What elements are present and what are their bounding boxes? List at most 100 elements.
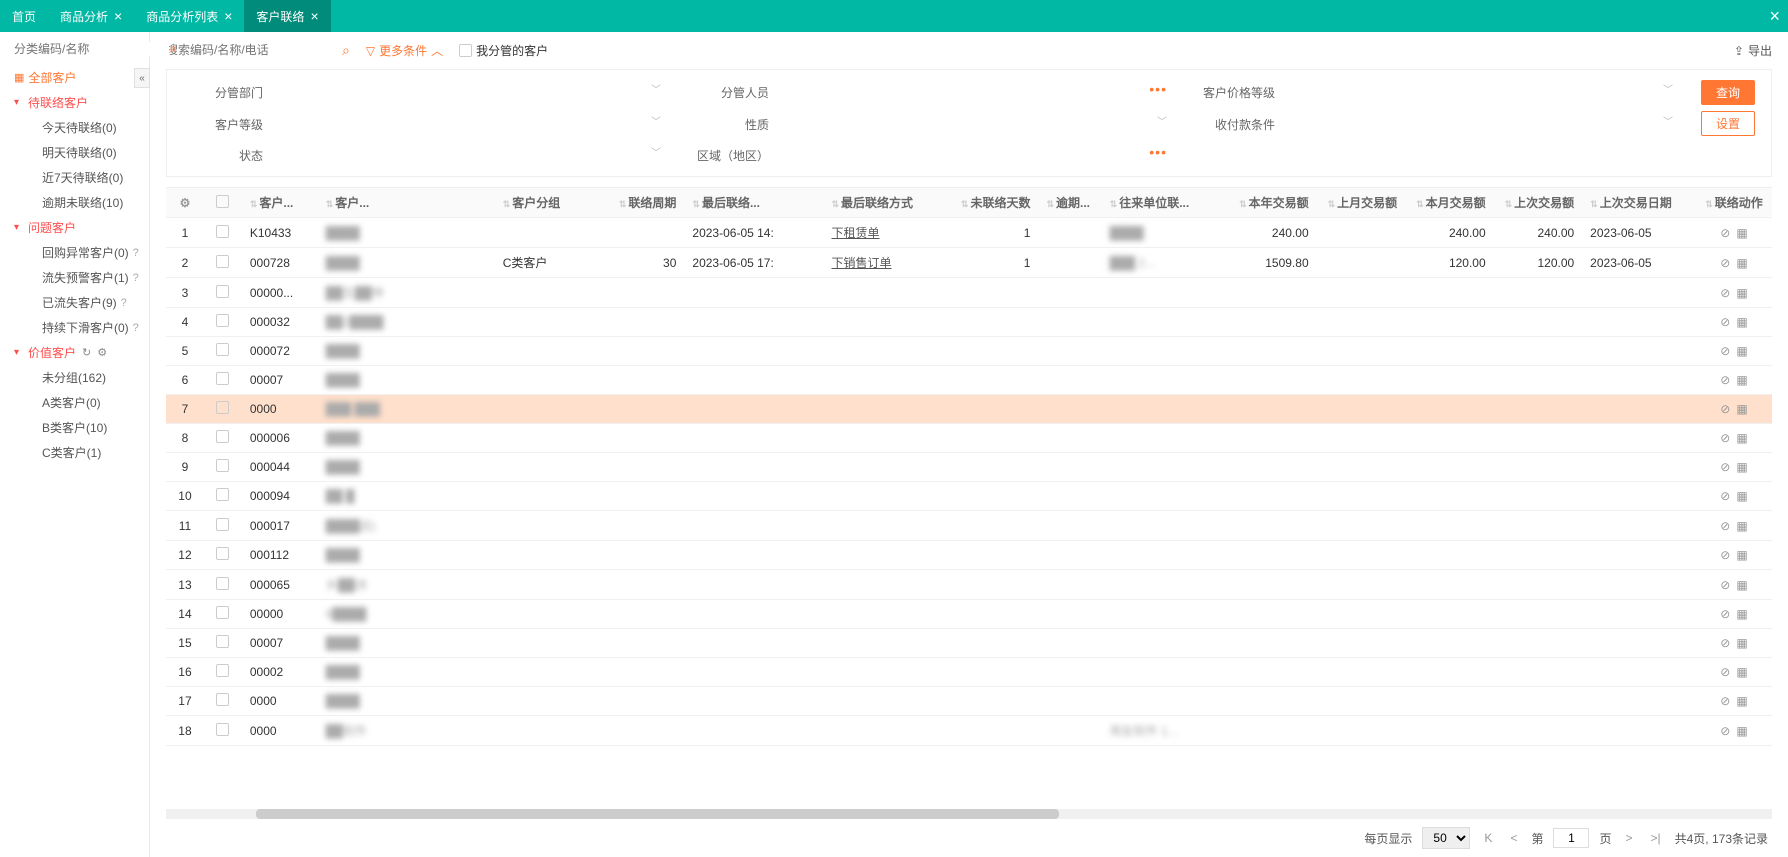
tree-item[interactable]: 今天待联络(0) — [0, 115, 149, 140]
qr-icon[interactable]: ▦ — [1736, 724, 1747, 738]
table-row[interactable]: 5000072████⊘▦ — [166, 337, 1772, 366]
select-all-checkbox[interactable] — [216, 195, 229, 208]
table-row[interactable]: 12000112████⊘▦ — [166, 541, 1772, 570]
tree-item[interactable]: A类客户(0) — [0, 390, 149, 415]
row-checkbox[interactable] — [216, 401, 229, 414]
column-header[interactable]: ⇅客户... — [242, 188, 318, 218]
settings-button[interactable]: 设置 — [1701, 111, 1755, 136]
contact-icon[interactable]: ⊘ — [1720, 489, 1730, 503]
tree-item[interactable]: 逾期未联络(10) — [0, 190, 149, 215]
tab[interactable]: 首页 — [0, 0, 48, 32]
tree-category[interactable]: ▾问题客户 — [0, 215, 149, 240]
qr-icon[interactable]: ▦ — [1736, 489, 1747, 503]
qr-icon[interactable]: ▦ — [1736, 315, 1747, 329]
tree-item[interactable]: 未分组(162) — [0, 365, 149, 390]
table-row[interactable]: 170000████⊘▦ — [166, 687, 1772, 716]
table-row[interactable]: 10000094██ █⊘▦ — [166, 482, 1772, 511]
table-row[interactable]: 9000044████⊘▦ — [166, 453, 1772, 482]
column-header[interactable]: ⇅本月交易额 — [1405, 188, 1494, 218]
qr-icon[interactable]: ▦ — [1736, 578, 1747, 592]
table-row[interactable]: 180000██软件用友软件 1...⊘▦ — [166, 716, 1772, 746]
tree-item[interactable]: 近7天待联络(0) — [0, 165, 149, 190]
table-row[interactable]: 8000006████⊘▦ — [166, 424, 1772, 453]
tree-category[interactable]: ▾价值客户↻⚙ — [0, 340, 149, 365]
row-checkbox[interactable] — [216, 488, 229, 501]
table-row[interactable]: 600007████⊘▦ — [166, 366, 1772, 395]
table-row[interactable]: 70000███ ███⊘▦ — [166, 395, 1772, 424]
table-row[interactable]: 300000...██生██坤⊘▦ — [166, 278, 1772, 308]
row-checkbox[interactable] — [216, 547, 229, 560]
row-checkbox[interactable] — [216, 314, 229, 327]
tree-root[interactable]: ▦全部客户 — [0, 65, 149, 90]
row-checkbox[interactable] — [216, 606, 229, 619]
filter-region[interactable]: ••• — [781, 144, 1171, 166]
help-icon[interactable]: ? — [121, 297, 127, 309]
next-page-button[interactable]: > — [1621, 831, 1636, 845]
qr-icon[interactable]: ▦ — [1736, 460, 1747, 474]
column-header[interactable]: ⇅未联络天数 — [937, 188, 1038, 218]
tree-item[interactable]: C类客户(1) — [0, 440, 149, 465]
export-button[interactable]: ⇪ 导出 — [1734, 42, 1772, 59]
column-header[interactable]: ⇅联络动作 — [1696, 188, 1772, 218]
search-input[interactable] — [166, 43, 326, 58]
contact-icon[interactable]: ⊘ — [1720, 460, 1730, 474]
tree-category[interactable]: ▾待联络客户 — [0, 90, 149, 115]
qr-icon[interactable]: ▦ — [1736, 694, 1747, 708]
last-method-link[interactable]: 下销售订单 — [832, 256, 892, 270]
qr-icon[interactable]: ▦ — [1736, 256, 1747, 270]
contact-icon[interactable]: ⊘ — [1720, 373, 1730, 387]
last-method-link[interactable]: 下租赁单 — [832, 226, 880, 240]
row-checkbox[interactable] — [216, 577, 229, 590]
more-filter-toggle[interactable]: ▽ 更多条件 ︿ — [366, 42, 443, 59]
qr-icon[interactable]: ▦ — [1736, 607, 1747, 621]
column-header[interactable]: ⇅最后联络... — [684, 188, 823, 218]
prev-page-button[interactable]: < — [1506, 831, 1521, 845]
search-icon[interactable]: ⌕ — [342, 42, 350, 59]
row-checkbox[interactable] — [216, 255, 229, 268]
row-checkbox[interactable] — [216, 225, 229, 238]
table-row[interactable]: 13000065乡██诗⊘▦ — [166, 570, 1772, 600]
row-checkbox[interactable] — [216, 693, 229, 706]
contact-icon[interactable]: ⊘ — [1720, 226, 1730, 240]
tab[interactable]: 商品分析列表× — [134, 0, 244, 32]
my-customers-checkbox[interactable]: 我分管的客户 — [459, 42, 548, 59]
page-input[interactable] — [1553, 828, 1589, 848]
contact-icon[interactable]: ⊘ — [1720, 548, 1730, 562]
contact-icon[interactable]: ⊘ — [1720, 636, 1730, 650]
column-header[interactable]: ⇅上次交易额 — [1494, 188, 1583, 218]
table-row[interactable]: 1K10433████2023-06-05 14:下租赁单1████240.00… — [166, 218, 1772, 248]
close-all-icon[interactable]: × — [1769, 6, 1780, 27]
qr-icon[interactable]: ▦ — [1736, 431, 1747, 445]
sidebar-search-input[interactable] — [14, 42, 169, 56]
close-icon[interactable]: × — [310, 9, 318, 23]
column-header[interactable] — [204, 188, 242, 218]
column-header[interactable]: ⇅往来单位联... — [1102, 188, 1216, 218]
table-row[interactable]: 2000728████C类客户302023-06-05 17:下销售订单1███… — [166, 248, 1772, 278]
filter-dept[interactable]: ﹀ — [275, 81, 665, 103]
filter-person[interactable]: ••• — [781, 81, 1171, 103]
close-icon[interactable]: × — [114, 9, 122, 23]
table-row[interactable]: 1600002████⊘▦ — [166, 658, 1772, 687]
qr-icon[interactable]: ▦ — [1736, 636, 1747, 650]
column-header[interactable]: ⇅上月交易额 — [1317, 188, 1406, 218]
row-checkbox[interactable] — [216, 372, 229, 385]
table-row[interactable]: 14000008████⊘▦ — [166, 600, 1772, 629]
column-header[interactable]: ⇅客户... — [318, 188, 495, 218]
table-row[interactable]: 4000032██2████⊘▦ — [166, 308, 1772, 337]
search-icon[interactable]: ⌕ — [169, 40, 177, 57]
contact-icon[interactable]: ⊘ — [1720, 286, 1730, 300]
contact-icon[interactable]: ⊘ — [1720, 665, 1730, 679]
tree-item[interactable]: 明天待联络(0) — [0, 140, 149, 165]
column-header[interactable]: ⇅联络周期 — [596, 188, 685, 218]
collapse-sidebar-button[interactable]: « — [134, 68, 150, 88]
help-icon[interactable]: ? — [133, 322, 139, 334]
first-page-button[interactable]: K — [1480, 831, 1496, 845]
tree-item[interactable]: 持续下滑客户(0)? — [0, 315, 149, 340]
qr-icon[interactable]: ▦ — [1736, 665, 1747, 679]
filter-pay-terms[interactable]: ﹀ — [1287, 113, 1677, 135]
help-icon[interactable]: ? — [133, 247, 139, 259]
tab[interactable]: 客户联络× — [244, 0, 330, 32]
row-checkbox[interactable] — [216, 343, 229, 356]
qr-icon[interactable]: ▦ — [1736, 226, 1747, 240]
contact-icon[interactable]: ⊘ — [1720, 519, 1730, 533]
